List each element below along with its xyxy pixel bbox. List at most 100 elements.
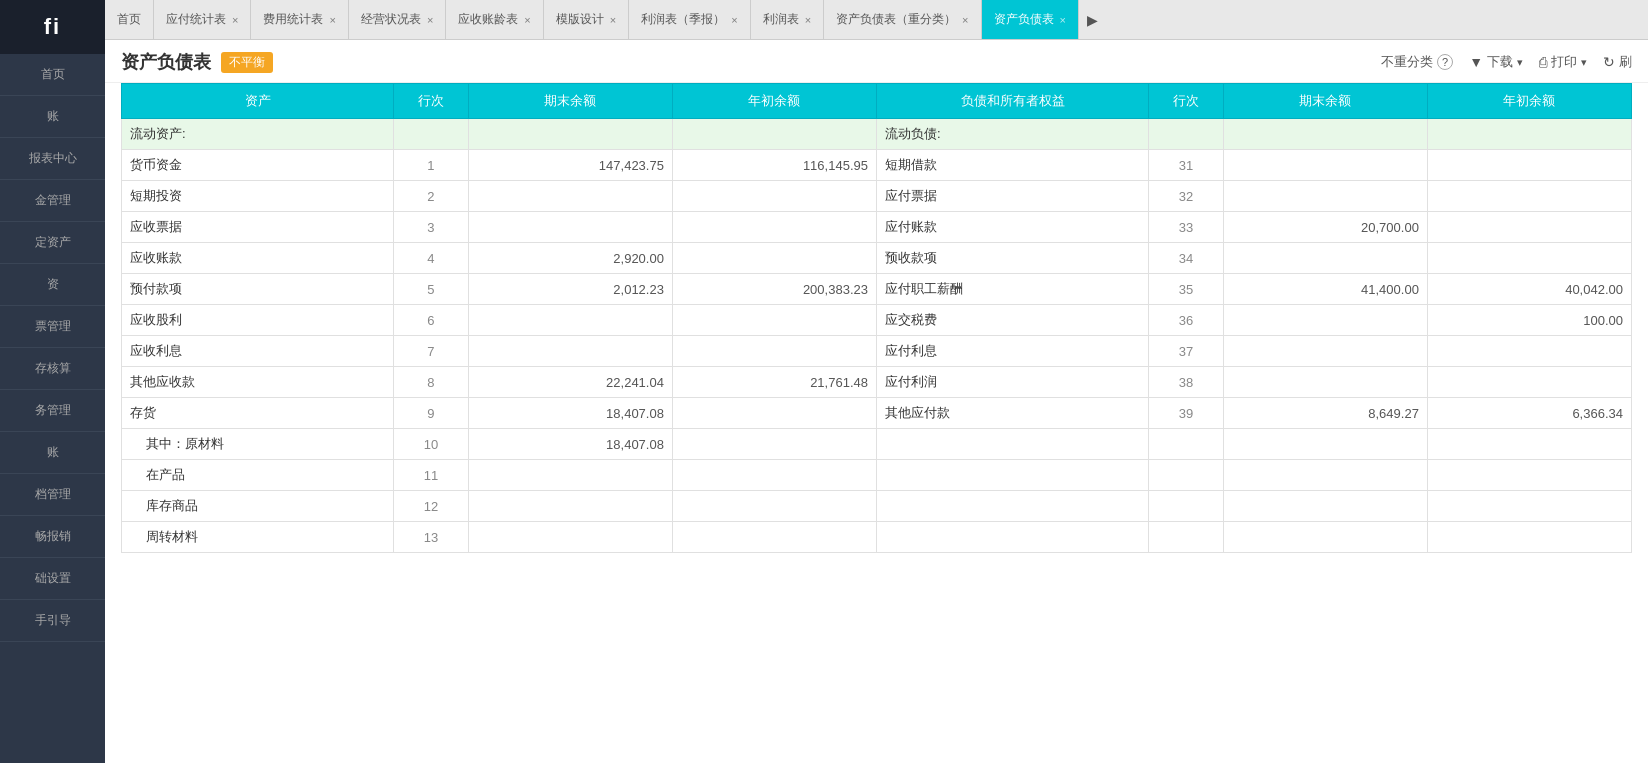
td-row: 8 bbox=[394, 367, 469, 398]
td-asset: 存货 bbox=[122, 398, 394, 429]
tab-balance[interactable]: 资产负债表 × bbox=[982, 0, 1079, 40]
td-row: 9 bbox=[394, 398, 469, 429]
td-asset: 周转材料 bbox=[122, 522, 394, 553]
download-chevron: ▾ bbox=[1517, 56, 1523, 69]
sidebar-item-funds[interactable]: 金管理 bbox=[0, 180, 105, 222]
td-end-bal2 bbox=[1223, 522, 1427, 553]
td-row: 3 bbox=[394, 212, 469, 243]
td-year-init2 bbox=[1427, 181, 1631, 212]
page-title: 资产负债表 bbox=[121, 50, 211, 74]
td-year-init2 bbox=[1427, 429, 1631, 460]
tab-expense-stats[interactable]: 费用统计表 × bbox=[251, 0, 348, 40]
sidebar-item-reports[interactable]: 报表中心 bbox=[0, 138, 105, 180]
td-row2: 37 bbox=[1149, 336, 1224, 367]
tab-close-expense-stats[interactable]: × bbox=[329, 14, 335, 26]
page-header: 资产负债表 不平衡 不重分类 ? ▼ 下载 ▾ ⎙ 打印 ▾ bbox=[105, 40, 1648, 83]
tab-profit-quarterly[interactable]: 利润表（季报） × bbox=[629, 0, 750, 40]
table-row: 周转材料 13 bbox=[122, 522, 1632, 553]
tab-receivable-aging[interactable]: 应收账龄表 × bbox=[446, 0, 543, 40]
tab-balance-reclassified[interactable]: 资产负债表（重分类） × bbox=[824, 0, 981, 40]
th-end-balance2: 期末余额 bbox=[1223, 84, 1427, 119]
td-asset: 其中：原材料 bbox=[122, 429, 394, 460]
th-row-num2: 行次 bbox=[1149, 84, 1224, 119]
td-row: 13 bbox=[394, 522, 469, 553]
tab-operations[interactable]: 经营状况表 × bbox=[349, 0, 446, 40]
td-end-bal: 2,012.23 bbox=[468, 274, 672, 305]
classify-toggle[interactable]: 不重分类 ? bbox=[1381, 53, 1453, 71]
td-end-bal2: 20,700.00 bbox=[1223, 212, 1427, 243]
table-row: 货币资金 1 147,423.75 116,145.95 短期借款 31 bbox=[122, 150, 1632, 181]
td-liability: 应付利息 bbox=[876, 336, 1148, 367]
td-year-init: 200,383.23 bbox=[672, 274, 876, 305]
download-icon: ▼ bbox=[1469, 54, 1483, 70]
tab-close-operations[interactable]: × bbox=[427, 14, 433, 26]
sidebar-item-inventory[interactable]: 存核算 bbox=[0, 348, 105, 390]
th-liability: 负债和所有者权益 bbox=[876, 84, 1148, 119]
td-year-init2 bbox=[1427, 522, 1631, 553]
tab-close-template-design[interactable]: × bbox=[610, 14, 616, 26]
td-year-init bbox=[672, 243, 876, 274]
table-row: 库存商品 12 bbox=[122, 491, 1632, 522]
td-asset: 应收利息 bbox=[122, 336, 394, 367]
td-row2 bbox=[1149, 522, 1224, 553]
table-row: 在产品 11 bbox=[122, 460, 1632, 491]
td-end-bal bbox=[468, 212, 672, 243]
sidebar-item-expense[interactable]: 畅报销 bbox=[0, 516, 105, 558]
status-badge: 不平衡 bbox=[221, 52, 273, 73]
tab-home[interactable]: 首页 bbox=[105, 0, 154, 40]
sidebar-item-account[interactable]: 账 bbox=[0, 96, 105, 138]
sidebar-item-affairs[interactable]: 务管理 bbox=[0, 390, 105, 432]
td-row2: 35 bbox=[1149, 274, 1224, 305]
th-asset: 资产 bbox=[122, 84, 394, 119]
td-asset: 应收票据 bbox=[122, 212, 394, 243]
print-button[interactable]: ⎙ 打印 ▾ bbox=[1539, 53, 1587, 71]
th-year-begin: 年初余额 bbox=[672, 84, 876, 119]
sidebar-item-tickets[interactable]: 票管理 bbox=[0, 306, 105, 348]
td-end-bal bbox=[468, 522, 672, 553]
td-row: 2 bbox=[394, 181, 469, 212]
tab-close-profit[interactable]: × bbox=[805, 14, 811, 26]
tab-close-balance-reclassified[interactable]: × bbox=[962, 14, 968, 26]
table-row: 其他应收款 8 22,241.04 21,761.48 应付利润 38 bbox=[122, 367, 1632, 398]
td-end-bal2 bbox=[1223, 243, 1427, 274]
td-end-bal2 bbox=[1223, 367, 1427, 398]
sidebar-item-fixed-assets[interactable]: 定资产 bbox=[0, 222, 105, 264]
refresh-button[interactable]: ↻ 刷 bbox=[1603, 53, 1632, 71]
td-end-bal2 bbox=[1223, 305, 1427, 336]
td-year-init bbox=[672, 491, 876, 522]
tab-profit[interactable]: 利润表 × bbox=[751, 0, 824, 40]
help-icon[interactable]: ? bbox=[1437, 54, 1453, 70]
tab-close-profit-quarterly[interactable]: × bbox=[731, 14, 737, 26]
td-liability: 预收款项 bbox=[876, 243, 1148, 274]
td-row: 5 bbox=[394, 274, 469, 305]
td-year-init bbox=[672, 522, 876, 553]
td-row2: 32 bbox=[1149, 181, 1224, 212]
td-row: 1 bbox=[394, 150, 469, 181]
main-area: 首页 应付统计表 × 费用统计表 × 经营状况表 × 应收账龄表 × 模版设计 … bbox=[105, 0, 1648, 763]
sidebar-item-settings[interactable]: 础设置 bbox=[0, 558, 105, 600]
td-row2: 33 bbox=[1149, 212, 1224, 243]
sidebar-item-ledger[interactable]: 账 bbox=[0, 432, 105, 474]
td-row2: 38 bbox=[1149, 367, 1224, 398]
tab-payable-stats[interactable]: 应付统计表 × bbox=[154, 0, 251, 40]
sidebar-item-investment[interactable]: 资 bbox=[0, 264, 105, 306]
td-liability bbox=[876, 429, 1148, 460]
sidebar-item-archive[interactable]: 档管理 bbox=[0, 474, 105, 516]
td-end-bal2 bbox=[1223, 460, 1427, 491]
td-liability: 应交税费 bbox=[876, 305, 1148, 336]
download-button[interactable]: ▼ 下载 ▾ bbox=[1469, 53, 1523, 71]
tab-close-receivable-aging[interactable]: × bbox=[524, 14, 530, 26]
tab-bar: 首页 应付统计表 × 费用统计表 × 经营状况表 × 应收账龄表 × 模版设计 … bbox=[105, 0, 1648, 40]
tab-close-payable-stats[interactable]: × bbox=[232, 14, 238, 26]
td-row2: 36 bbox=[1149, 305, 1224, 336]
tab-scroll-right[interactable]: ▶ bbox=[1079, 0, 1106, 40]
tab-close-balance[interactable]: × bbox=[1060, 14, 1066, 26]
td-asset: 库存商品 bbox=[122, 491, 394, 522]
print-chevron: ▾ bbox=[1581, 56, 1587, 69]
tab-template-design[interactable]: 模版设计 × bbox=[544, 0, 629, 40]
sidebar: fi 首页 账 报表中心 金管理 定资产 资 票管理 存核算 务管理 账 档管理… bbox=[0, 0, 105, 763]
td-end-bal: 2,920.00 bbox=[468, 243, 672, 274]
table-row: 应收票据 3 应付账款 33 20,700.00 bbox=[122, 212, 1632, 243]
sidebar-item-guide[interactable]: 手引导 bbox=[0, 600, 105, 642]
sidebar-item-home[interactable]: 首页 bbox=[0, 54, 105, 96]
